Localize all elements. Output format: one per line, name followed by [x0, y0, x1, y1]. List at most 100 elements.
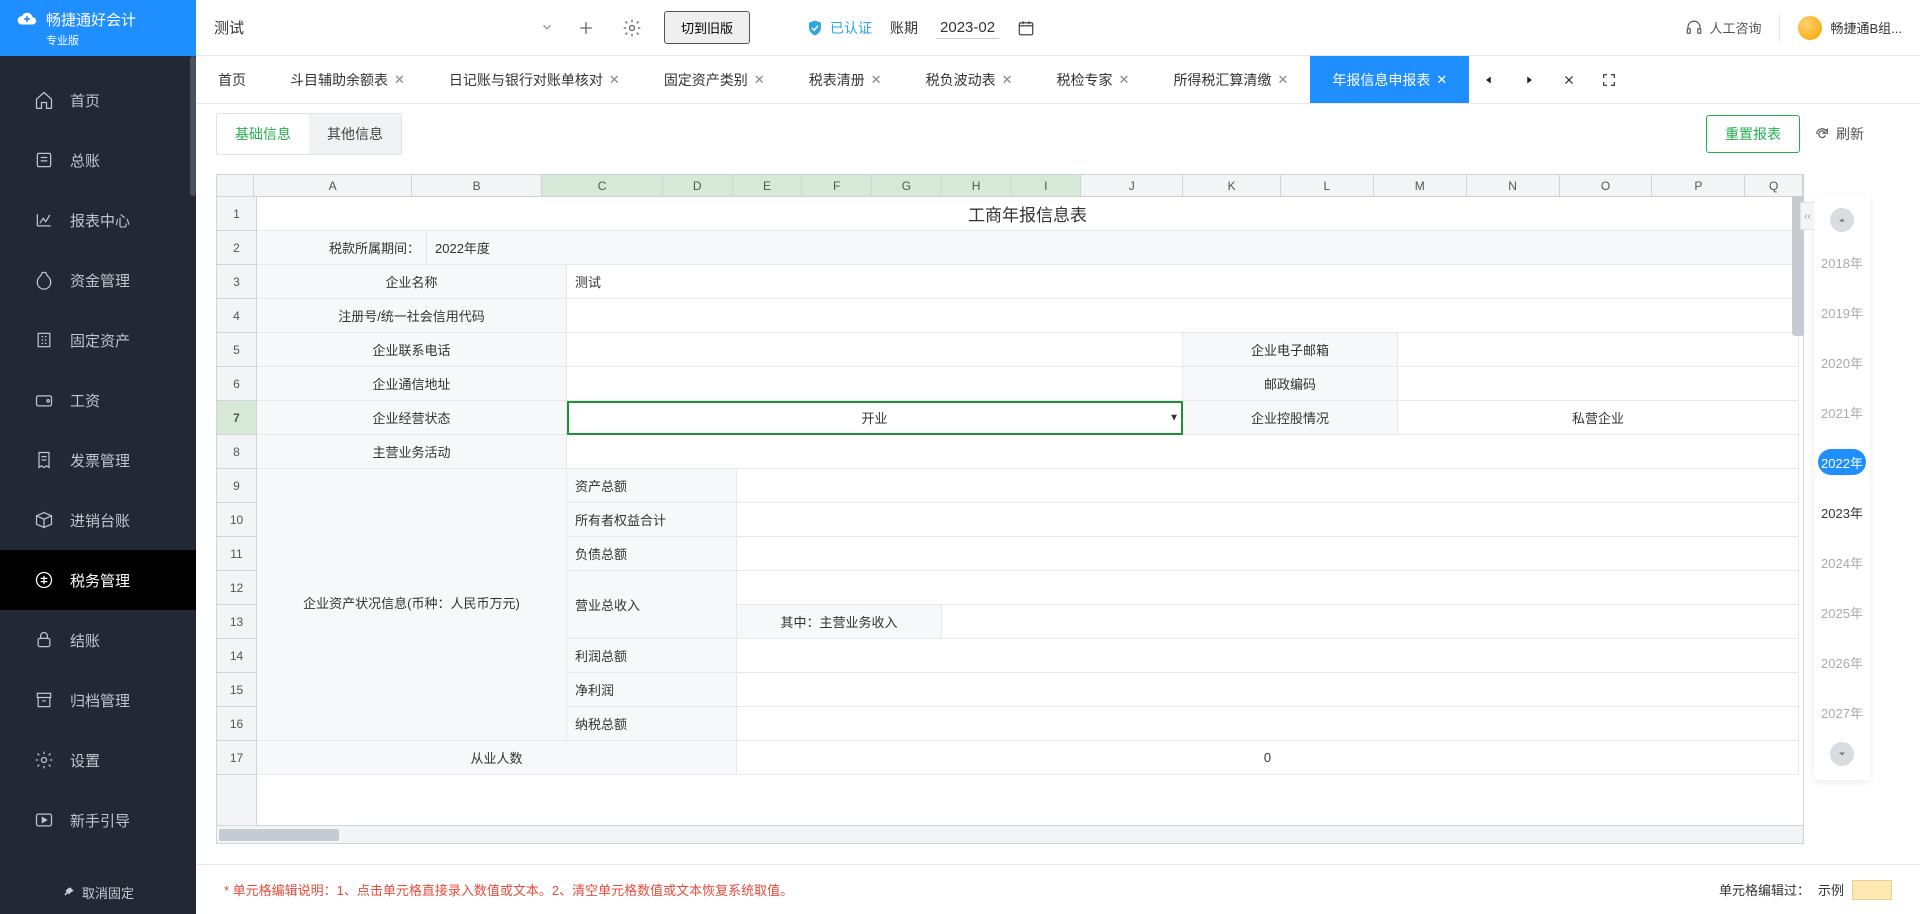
- cell[interactable]: [567, 367, 1183, 401]
- year-scroll-up[interactable]: [1830, 208, 1854, 232]
- year-item[interactable]: 2023年: [1814, 488, 1870, 536]
- reset-button[interactable]: 重置报表: [1706, 115, 1800, 153]
- sidebar-item-guide[interactable]: 新手引导: [0, 790, 196, 850]
- close-icon[interactable]: ✕: [1002, 72, 1013, 88]
- tab-annual-report[interactable]: 年报信息申报表✕: [1310, 56, 1469, 103]
- support-link[interactable]: 人工咨询: [1685, 18, 1761, 37]
- unpin-sidebar[interactable]: 取消固定: [0, 870, 196, 914]
- col-header[interactable]: A: [254, 175, 412, 196]
- calendar-icon[interactable]: [1017, 19, 1035, 37]
- cell[interactable]: [1398, 333, 1799, 367]
- sidebar-item-archive[interactable]: 归档管理: [0, 670, 196, 730]
- cell[interactable]: 测试: [567, 265, 1799, 299]
- row-header[interactable]: 14: [217, 639, 256, 673]
- row-header[interactable]: 15: [217, 673, 256, 707]
- tab-home[interactable]: 首页: [196, 56, 268, 103]
- cell[interactable]: [567, 299, 1799, 333]
- sidebar-item-invoice[interactable]: 发票管理: [0, 430, 196, 490]
- tab-aux-balance[interactable]: 斗目辅助余额表✕: [268, 56, 427, 103]
- refresh-button[interactable]: 刷新: [1814, 124, 1864, 144]
- col-header[interactable]: C: [542, 175, 663, 196]
- col-header[interactable]: G: [872, 175, 942, 196]
- col-header[interactable]: N: [1467, 175, 1560, 196]
- settings-button[interactable]: [618, 14, 646, 42]
- tab-income-tax[interactable]: 所得税汇算清缴✕: [1151, 56, 1310, 103]
- tabs-scroll-left[interactable]: [1469, 73, 1509, 87]
- switch-old-button[interactable]: 切到旧版: [664, 11, 750, 44]
- select-all-corner[interactable]: [217, 175, 254, 196]
- cell[interactable]: [737, 537, 1799, 571]
- year-item[interactable]: 2021年: [1814, 388, 1870, 436]
- row-header[interactable]: 13: [217, 605, 256, 639]
- user-menu[interactable]: 畅捷通B组...: [1798, 16, 1902, 40]
- sheet-hscrollbar[interactable]: [217, 825, 1803, 843]
- close-icon[interactable]: ✕: [1436, 72, 1447, 88]
- tabs-scroll-right[interactable]: [1509, 73, 1549, 87]
- cell[interactable]: [567, 435, 1799, 469]
- row-header[interactable]: 7: [217, 401, 256, 435]
- cell[interactable]: [737, 469, 1799, 503]
- cell[interactable]: [737, 707, 1799, 741]
- tab-tax-list[interactable]: 税表清册✕: [787, 56, 904, 103]
- close-icon[interactable]: ✕: [871, 72, 882, 88]
- row-header[interactable]: 16: [217, 707, 256, 741]
- tab-tax-fluctuation[interactable]: 税负波动表✕: [904, 56, 1035, 103]
- col-header[interactable]: E: [733, 175, 803, 196]
- year-item[interactable]: 2020年: [1814, 338, 1870, 386]
- year-scroll-down[interactable]: [1830, 742, 1854, 766]
- add-button[interactable]: [572, 14, 600, 42]
- col-header[interactable]: J: [1081, 175, 1183, 196]
- col-header[interactable]: L: [1281, 175, 1374, 196]
- sidebar-item-reports[interactable]: 报表中心: [0, 190, 196, 250]
- col-header[interactable]: M: [1374, 175, 1467, 196]
- sidebar-item-inventory[interactable]: 进销台账: [0, 490, 196, 550]
- close-icon[interactable]: ✕: [1119, 72, 1130, 88]
- row-header[interactable]: 1: [217, 197, 256, 231]
- close-icon[interactable]: ✕: [394, 72, 405, 88]
- row-header[interactable]: 12: [217, 571, 256, 605]
- col-header[interactable]: O: [1560, 175, 1653, 196]
- subtab-other[interactable]: 其他信息: [309, 114, 401, 154]
- sidebar-item-tax[interactable]: 税务管理: [0, 550, 196, 610]
- row-header[interactable]: 6: [217, 367, 256, 401]
- col-header[interactable]: D: [663, 175, 733, 196]
- cell-status-value[interactable]: 开业: [567, 401, 1183, 435]
- year-item[interactable]: 2024年: [1814, 538, 1870, 586]
- row-header[interactable]: 9: [217, 469, 256, 503]
- cell[interactable]: 私营企业: [1398, 401, 1799, 435]
- close-icon[interactable]: ✕: [1277, 72, 1288, 88]
- cell[interactable]: [737, 571, 1799, 605]
- cell[interactable]: [942, 605, 1799, 639]
- tab-tax-expert[interactable]: 税检专家✕: [1035, 56, 1152, 103]
- year-item[interactable]: 2019年: [1814, 288, 1870, 336]
- tab-fa-category[interactable]: 固定资产类别✕: [642, 56, 787, 103]
- year-item[interactable]: 2026年: [1814, 638, 1870, 686]
- row-header[interactable]: 2: [217, 231, 256, 265]
- row-header[interactable]: 5: [217, 333, 256, 367]
- year-item[interactable]: 2018年: [1814, 238, 1870, 286]
- close-icon[interactable]: ✕: [754, 72, 765, 88]
- sidebar-item-ledger[interactable]: 总账: [0, 130, 196, 190]
- col-header[interactable]: K: [1183, 175, 1281, 196]
- row-header[interactable]: 4: [217, 299, 256, 333]
- col-header[interactable]: I: [1011, 175, 1081, 196]
- cell[interactable]: [1398, 367, 1799, 401]
- row-header[interactable]: 11: [217, 537, 256, 571]
- year-rail-collapse[interactable]: ‹‹: [1800, 202, 1814, 230]
- col-header[interactable]: Q: [1745, 175, 1803, 196]
- year-item-active[interactable]: 2022年: [1814, 438, 1870, 486]
- subtab-basic[interactable]: 基础信息: [217, 114, 309, 154]
- tabs-close-all[interactable]: [1549, 73, 1589, 87]
- cell[interactable]: [737, 673, 1799, 707]
- row-header[interactable]: 17: [217, 741, 256, 775]
- fullscreen-button[interactable]: [1589, 72, 1629, 88]
- col-header[interactable]: F: [802, 175, 872, 196]
- row-header[interactable]: 10: [217, 503, 256, 537]
- sidebar-item-settings[interactable]: 设置: [0, 730, 196, 790]
- sidebar-item-funds[interactable]: 资金管理: [0, 250, 196, 310]
- row-header[interactable]: 8: [217, 435, 256, 469]
- col-header[interactable]: H: [942, 175, 1012, 196]
- company-dropdown[interactable]: 测试: [214, 17, 554, 39]
- cell[interactable]: [567, 333, 1183, 367]
- col-header[interactable]: P: [1652, 175, 1745, 196]
